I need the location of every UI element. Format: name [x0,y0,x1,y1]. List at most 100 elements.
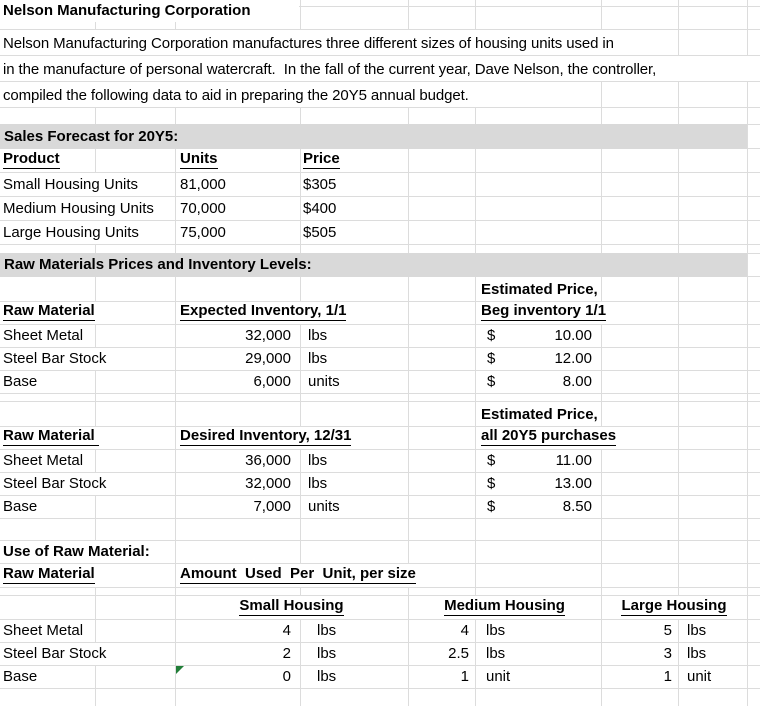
cell-price-large[interactable]: $505 [301,221,407,244]
cell-unit[interactable]: units [301,371,407,393]
cell-material-label[interactable]: Base [0,496,94,518]
cell-header-small-housing[interactable]: Small Housing [176,596,407,619]
cell-header-product[interactable]: Product [0,149,94,172]
cell-company-title[interactable]: Nelson Manufacturing Corporation [0,0,299,22]
cell-qty[interactable]: 7,000 [176,496,299,518]
cell-note-estimated-price-beg[interactable]: Estimated Price, [476,277,600,301]
cell-header-raw-material-beg[interactable]: Raw Material [0,302,174,324]
cell-header-units[interactable]: Units [176,149,299,172]
currency-symbol: $ [487,452,496,470]
cell-small-unit[interactable]: lbs [301,620,407,642]
cell-large-unit[interactable]: lbs [679,620,747,642]
cell-unit[interactable]: units [301,496,407,518]
cell-material-label[interactable]: Steel Bar Stock [0,643,174,665]
cell-price-small[interactable]: $305 [301,173,407,196]
cell-product-small[interactable]: Small Housing Units [0,173,174,196]
header-raw-material-label: Raw Material [3,427,99,446]
cell-unit[interactable]: lbs [301,473,407,495]
cell-header-amount-used[interactable]: Amount Used Per Unit, per size [176,564,474,587]
band-raw-materials[interactable]: Raw Materials Prices and Inventory Level… [0,253,747,277]
header-beg-inventory-price-label: Beg inventory 1/1 [481,302,607,321]
cell-material-label[interactable]: Steel Bar Stock [0,473,174,495]
cell-qty[interactable]: 32,000 [176,325,299,347]
cell-material-label[interactable]: Sheet Metal [0,325,94,347]
header-raw-material-label: Raw Material [3,565,95,584]
cell-header-large-housing[interactable]: Large Housing [602,596,746,619]
gridline-horizontal [0,587,760,588]
cell-qty[interactable]: 6,000 [176,371,299,393]
cell-units-large[interactable]: 75,000 [176,221,299,244]
cell-units-small[interactable]: 81,000 [176,173,299,196]
cell-unit[interactable]: lbs [301,450,407,472]
cell-unit[interactable]: lbs [301,325,407,347]
cell-material-label[interactable]: Base [0,371,94,393]
header-purchase-price-label: all 20Y5 purchases [481,427,617,446]
cell-header-price[interactable]: Price [301,149,407,172]
cell-material-label[interactable]: Sheet Metal [0,620,94,642]
cell-price-accounting[interactable]: $ 11.00 [476,450,600,472]
cell-header-desired-inventory[interactable]: Desired Inventory, 12/31 [176,427,407,449]
cell-note-estimated-price-desired[interactable]: Estimated Price, [476,402,600,426]
cell-price-accounting[interactable]: $ 8.50 [476,496,600,518]
cell-large-unit[interactable]: lbs [679,643,747,665]
cell-header-raw-material-usage[interactable]: Raw Material [0,564,174,587]
cell-medium-unit[interactable]: lbs [476,643,600,665]
cell-medium-qty[interactable]: 1 [409,666,474,688]
cell-price-accounting[interactable]: $ 10.00 [476,325,600,347]
cell-small-unit[interactable]: lbs [301,643,407,665]
cell-small-qty[interactable]: 2 [176,643,299,665]
header-raw-material-label: Raw Material [3,302,95,321]
cell-header-medium-housing[interactable]: Medium Housing [409,596,600,619]
cell-product-large[interactable]: Large Housing Units [0,221,174,244]
cell-price-medium[interactable]: $400 [301,197,407,220]
cell-usage-section-title[interactable]: Use of Raw Material: [0,541,174,563]
cell-small-unit[interactable]: lbs [301,666,407,688]
cell-material-label[interactable]: Steel Bar Stock [0,348,174,370]
header-desired-inventory-label: Desired Inventory, 12/31 [180,427,352,446]
cell-large-unit[interactable]: unit [679,666,747,688]
cell-price-accounting[interactable]: $ 12.00 [476,348,600,370]
header-large-housing-label: Large Housing [621,597,727,616]
cell-header-raw-material-desired[interactable]: Raw Material [0,427,174,449]
cell-large-qty[interactable]: 1 [602,666,677,688]
header-amount-used-label: Amount Used Per Unit, per size [180,565,416,584]
cell-small-qty[interactable]: 4 [176,620,299,642]
cell-medium-unit[interactable]: unit [476,666,600,688]
cell-price-accounting[interactable]: $ 8.00 [476,371,600,393]
cell-units-medium[interactable]: 70,000 [176,197,299,220]
cell-intro-line-2[interactable]: in the manufacture of personal watercraf… [0,56,759,81]
header-expected-inventory-label: Expected Inventory, 1/1 [180,302,347,321]
cell-large-qty[interactable]: 3 [602,643,677,665]
header-price-label: Price [303,150,340,169]
cell-qty[interactable]: 36,000 [176,450,299,472]
gridline-horizontal [0,401,760,402]
cell-material-label[interactable]: Base [0,666,94,688]
cell-qty[interactable]: 32,000 [176,473,299,495]
currency-symbol: $ [487,327,496,345]
cell-intro-line-1[interactable]: Nelson Manufacturing Corporation manufac… [0,30,677,55]
worksheet: Nelson Manufacturing Corporation Nelson … [0,0,760,706]
currency-symbol: $ [487,475,496,493]
cell-medium-unit[interactable]: lbs [476,620,600,642]
cell-intro-line-3[interactable]: compiled the following data to aid in pr… [0,82,600,107]
header-product-label: Product [3,150,60,169]
header-medium-housing-label: Medium Housing [444,597,565,616]
cell-price-accounting[interactable]: $ 13.00 [476,473,600,495]
band-sales-forecast[interactable]: Sales Forecast for 20Y5: [0,124,747,149]
price-value: 8.50 [562,498,592,516]
cell-material-label[interactable]: Sheet Metal [0,450,94,472]
cell-unit[interactable]: lbs [301,348,407,370]
cell-qty[interactable]: 29,000 [176,348,299,370]
cell-header-expected-inventory[interactable]: Expected Inventory, 1/1 [176,302,407,324]
cell-header-beg-inventory-price[interactable]: Beg inventory 1/1 [476,302,677,324]
cell-medium-qty[interactable]: 4 [409,620,474,642]
cell-large-qty[interactable]: 5 [602,620,677,642]
gridline-horizontal [0,244,760,245]
cell-small-qty[interactable]: 0 [176,666,299,688]
cell-product-medium[interactable]: Medium Housing Units [0,197,174,220]
price-value: 10.00 [554,327,592,345]
header-units-label: Units [180,150,218,169]
cell-header-purchase-price[interactable]: all 20Y5 purchases [476,427,677,449]
currency-symbol: $ [487,498,496,516]
cell-medium-qty[interactable]: 2.5 [409,643,474,665]
